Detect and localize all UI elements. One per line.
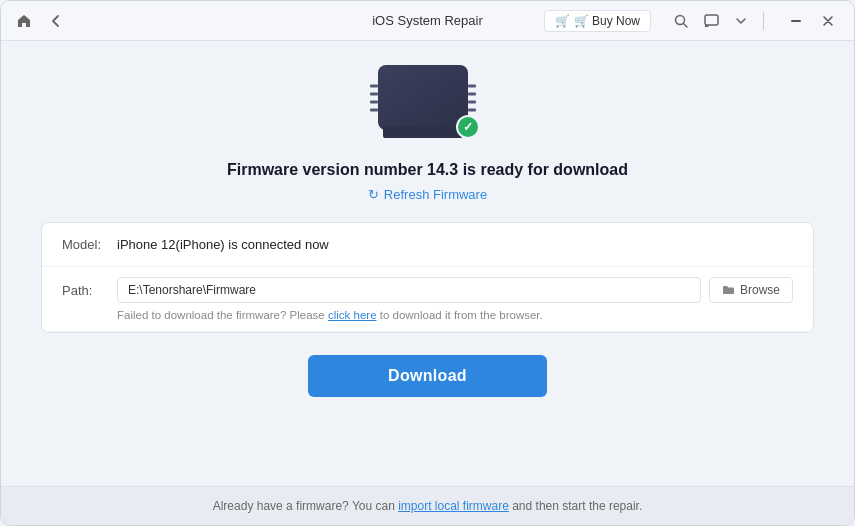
footer: Already have a firmware? You can import … <box>1 486 854 525</box>
import-local-firmware-link[interactable]: import local firmware <box>398 499 509 513</box>
back-icon[interactable] <box>45 10 67 32</box>
chip-pins-left <box>370 84 378 111</box>
window-title: iOS System Repair <box>372 13 483 28</box>
buy-now-button[interactable]: 🛒 🛒 Buy Now <box>544 10 651 32</box>
browse-label: Browse <box>740 283 780 297</box>
error-text-before: Failed to download the firmware? Please <box>117 309 328 321</box>
path-label: Path: <box>62 283 117 298</box>
refresh-firmware-link[interactable]: ↻ Refresh Firmware <box>368 187 487 202</box>
pin <box>370 108 378 111</box>
svg-line-1 <box>684 23 688 27</box>
error-text-after: to download it from the browser. <box>377 309 543 321</box>
model-value: iPhone 12(iPhone) is connected now <box>117 237 329 252</box>
pin <box>370 84 378 87</box>
toolbar-icons <box>669 9 753 33</box>
footer-text-after: and then start the repair. <box>509 499 642 513</box>
footer-text-before: Already have a firmware? You can <box>213 499 398 513</box>
chip-pins-right <box>468 84 476 111</box>
browse-button[interactable]: Browse <box>709 277 793 303</box>
titlebar: iOS System Repair 🛒 🛒 Buy Now <box>1 1 854 41</box>
buy-now-label: 🛒 Buy Now <box>574 14 640 28</box>
path-input[interactable] <box>117 277 701 303</box>
minimize-button[interactable] <box>782 7 810 35</box>
titlebar-left <box>13 10 67 32</box>
main-content: Firmware version number 14.3 is ready fo… <box>1 41 854 486</box>
path-row: Path: Browse Failed to download the firm… <box>42 267 813 332</box>
window-controls <box>782 7 842 35</box>
pin <box>468 108 476 111</box>
svg-rect-3 <box>791 20 801 22</box>
folder-icon <box>722 284 735 296</box>
click-here-link[interactable]: click here <box>328 309 377 321</box>
chevron-down-icon[interactable] <box>729 9 753 33</box>
close-button[interactable] <box>814 7 842 35</box>
model-label: Model: <box>62 237 117 252</box>
home-icon[interactable] <box>13 10 35 32</box>
search-icon[interactable] <box>669 9 693 33</box>
pin <box>468 92 476 95</box>
refresh-icon: ↻ <box>368 187 379 202</box>
titlebar-right: 🛒 🛒 Buy Now <box>544 7 842 35</box>
model-row: Model: iPhone 12(iPhone) is connected no… <box>42 223 813 267</box>
app-window: iOS System Repair 🛒 🛒 Buy Now <box>0 0 855 526</box>
download-button[interactable]: Download <box>308 355 547 397</box>
device-icon-area <box>378 65 478 145</box>
cart-icon: 🛒 <box>555 14 570 28</box>
pin <box>370 92 378 95</box>
path-input-row: Path: Browse <box>62 277 793 303</box>
pin <box>370 100 378 103</box>
firmware-status-text: Firmware version number 14.3 is ready fo… <box>227 161 628 179</box>
svg-rect-2 <box>705 15 718 25</box>
pin <box>468 84 476 87</box>
info-card: Model: iPhone 12(iPhone) is connected no… <box>41 222 814 333</box>
divider <box>763 12 764 30</box>
pin <box>468 100 476 103</box>
success-badge-icon <box>456 115 480 139</box>
device-chip <box>378 65 468 130</box>
refresh-firmware-label: Refresh Firmware <box>384 187 487 202</box>
chat-icon[interactable] <box>699 9 723 33</box>
error-text: Failed to download the firmware? Please … <box>117 309 543 321</box>
